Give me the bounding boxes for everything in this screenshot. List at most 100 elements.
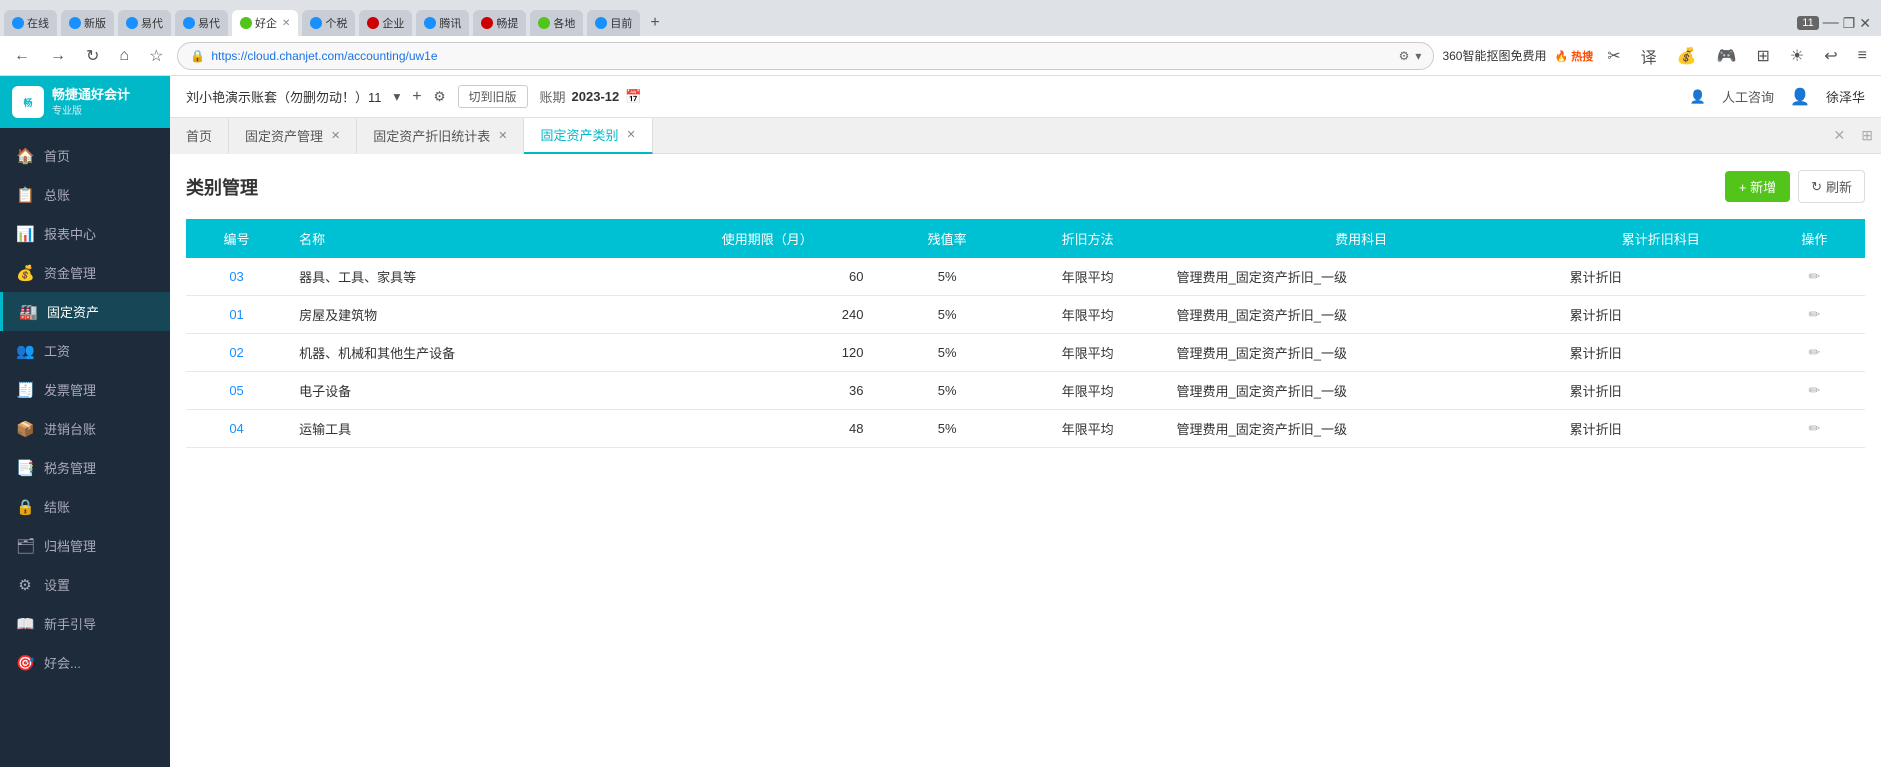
- close-btn[interactable]: ✕: [1859, 15, 1871, 32]
- tab-close-mgmt[interactable]: ✕: [331, 129, 340, 142]
- sidebar-item-close[interactable]: 🔒 结账: [0, 487, 170, 526]
- browser-tab-4[interactable]: 易代: [175, 10, 228, 36]
- close-tab-right-btn[interactable]: ✕: [1826, 127, 1854, 144]
- sidebar-item-ledger[interactable]: 📋 总账: [0, 175, 170, 214]
- sidebar-item-invoice[interactable]: 🧾 发票管理: [0, 370, 170, 409]
- sidebar-item-archive[interactable]: 🗂 归档管理: [0, 526, 170, 565]
- browser-tab-6[interactable]: 个税: [302, 10, 355, 36]
- browser-tab-10[interactable]: 各地: [530, 10, 583, 36]
- sun-btn[interactable]: ☀: [1784, 42, 1810, 70]
- edit-btn[interactable]: ✏: [1809, 268, 1821, 285]
- add-account-btn[interactable]: +: [412, 88, 421, 106]
- tab-close-stats[interactable]: ✕: [498, 129, 507, 142]
- refresh-table-btn[interactable]: ↻ 刷新: [1798, 170, 1865, 203]
- sidebar-item-home[interactable]: 🏠 首页: [0, 136, 170, 175]
- sidebar-item-report[interactable]: 📊 报表中心: [0, 214, 170, 253]
- forward-btn[interactable]: →: [44, 43, 72, 69]
- edit-btn[interactable]: ✏: [1809, 306, 1821, 323]
- sidebar-item-fixed-assets-label: 固定资产: [47, 302, 99, 321]
- edit-btn[interactable]: ✏: [1809, 344, 1821, 361]
- sidebar-item-more-label: 好会...: [44, 653, 81, 672]
- home-btn[interactable]: ⌂: [113, 43, 135, 69]
- browser-tab-9[interactable]: 畅提: [473, 10, 526, 36]
- browser-tab-7[interactable]: 企业: [359, 10, 412, 36]
- cell-action: ✏: [1764, 258, 1865, 296]
- sidebar-item-fund[interactable]: 💰 资金管理: [0, 253, 170, 292]
- old-version-btn[interactable]: 切到旧版: [458, 85, 528, 108]
- ledger-icon: 📋: [16, 186, 34, 204]
- refresh-icon: ↻: [1811, 179, 1822, 195]
- toolbar-right: + 新增 ↻ 刷新: [1725, 170, 1865, 203]
- cell-method: 年限平均: [1011, 410, 1165, 448]
- sidebar-item-payroll[interactable]: 👥 工资: [0, 331, 170, 370]
- cell-id: 02: [186, 334, 287, 372]
- page-content: 类别管理 + 新增 ↻ 刷新 编号 名称 使用期限（月） 残值率: [170, 154, 1881, 767]
- add-category-btn[interactable]: + 新增: [1725, 171, 1790, 202]
- browser-tab-active[interactable]: 好企 ✕: [232, 10, 298, 36]
- tab-depreciation-stats[interactable]: 固定资产折旧统计表 ✕: [357, 118, 524, 154]
- main-header: 刘小艳演示账套（勿删勿动！）11 ▾ + ⚙ 切到旧版 账期 2023-12 📅…: [170, 76, 1881, 118]
- tab-close-icon[interactable]: ✕: [282, 18, 290, 29]
- back-btn[interactable]: ←: [8, 43, 36, 69]
- refresh-nav-btn[interactable]: ↻: [80, 42, 105, 70]
- table-header-row: 编号 名称 使用期限（月） 残值率 折旧方法 费用科目 累计折旧科目 操作: [186, 219, 1865, 258]
- minimize-btn[interactable]: —: [1823, 14, 1839, 32]
- user-dropdown-btn[interactable]: ▾: [394, 89, 401, 105]
- cell-acc-subject: 累计折旧: [1558, 258, 1764, 296]
- browser-tab-1[interactable]: 在线: [4, 10, 57, 36]
- sidebar-item-stock[interactable]: 📦 进销台账: [0, 409, 170, 448]
- site-info-icon[interactable]: ⚙: [1399, 49, 1410, 63]
- period-info: 账期 2023-12 📅: [540, 87, 642, 106]
- game-btn[interactable]: 🎮: [1711, 42, 1743, 70]
- cell-months: 36: [651, 372, 884, 410]
- sidebar-item-fixed-assets[interactable]: 🏭 固定资产: [0, 292, 170, 331]
- edit-btn[interactable]: ✏: [1809, 420, 1821, 437]
- grid-btn[interactable]: ⊞: [1751, 42, 1776, 70]
- settings-icon: ⚙: [16, 576, 34, 594]
- settings-gear-btn[interactable]: ⚙: [434, 89, 446, 105]
- wallet-btn[interactable]: 💰: [1671, 42, 1703, 70]
- new-tab-btn[interactable]: +: [644, 10, 665, 36]
- tab-fixed-assets-mgmt[interactable]: 固定资产管理 ✕: [229, 118, 357, 154]
- sidebar-item-more[interactable]: 🎯 好会...: [0, 643, 170, 682]
- browser-tab-8[interactable]: 腾讯: [416, 10, 469, 36]
- cell-method: 年限平均: [1011, 296, 1165, 334]
- expand-tab-btn[interactable]: ⊞: [1853, 127, 1881, 144]
- support-label[interactable]: 人工咨询: [1722, 87, 1774, 106]
- cell-acc-subject: 累计折旧: [1558, 296, 1764, 334]
- header-right: 👤 人工咨询 👤 徐泽华: [1690, 87, 1865, 107]
- tab-home[interactable]: 首页: [170, 118, 229, 154]
- cell-subject: 管理费用_固定资产折旧_一级: [1165, 410, 1558, 448]
- logo-icon: 畅: [12, 86, 44, 118]
- browser-tab-3[interactable]: 易代: [118, 10, 171, 36]
- translate-btn[interactable]: 译: [1635, 40, 1663, 72]
- browser-tab-2[interactable]: 新版: [61, 10, 114, 36]
- browser-tab-11[interactable]: 目前: [587, 10, 640, 36]
- cell-rate: 5%: [883, 258, 1010, 296]
- sidebar-item-archive-label: 归档管理: [44, 536, 96, 555]
- tab-asset-category[interactable]: 固定资产类别 ✕: [524, 118, 652, 154]
- menu-btn[interactable]: ≡: [1852, 43, 1873, 69]
- cell-action: ✏: [1764, 296, 1865, 334]
- table-row: 04 运输工具 48 5% 年限平均 管理费用_固定资产折旧_一级 累计折旧 ✏: [186, 410, 1865, 448]
- sidebar-item-settings-label: 设置: [44, 575, 70, 594]
- sidebar-item-guide[interactable]: 📖 新手引导: [0, 604, 170, 643]
- fund-icon: 💰: [16, 264, 34, 282]
- cell-months: 48: [651, 410, 884, 448]
- sidebar-item-tax[interactable]: 📑 税务管理: [0, 448, 170, 487]
- cell-rate: 5%: [883, 372, 1010, 410]
- sidebar-item-settings[interactable]: ⚙ 设置: [0, 565, 170, 604]
- scissors-btn[interactable]: ✂: [1601, 42, 1626, 70]
- lock-icon: 🔒: [190, 49, 205, 63]
- sidebar-item-tax-label: 税务管理: [44, 458, 96, 477]
- edit-btn[interactable]: ✏: [1809, 382, 1821, 399]
- calendar-btn[interactable]: 📅: [625, 89, 642, 105]
- url-bar[interactable]: 🔒 https://cloud.chanjet.com/accounting/u…: [177, 42, 1434, 70]
- col-rate: 残值率: [883, 219, 1010, 258]
- maximize-btn[interactable]: ❐: [1843, 15, 1856, 32]
- period-label: 账期: [540, 87, 566, 106]
- undo-btn[interactable]: ↩: [1818, 42, 1843, 70]
- tab-close-category[interactable]: ✕: [627, 128, 636, 141]
- expand-icon[interactable]: ▾: [1415, 49, 1421, 63]
- bookmark-btn[interactable]: ☆: [143, 42, 169, 70]
